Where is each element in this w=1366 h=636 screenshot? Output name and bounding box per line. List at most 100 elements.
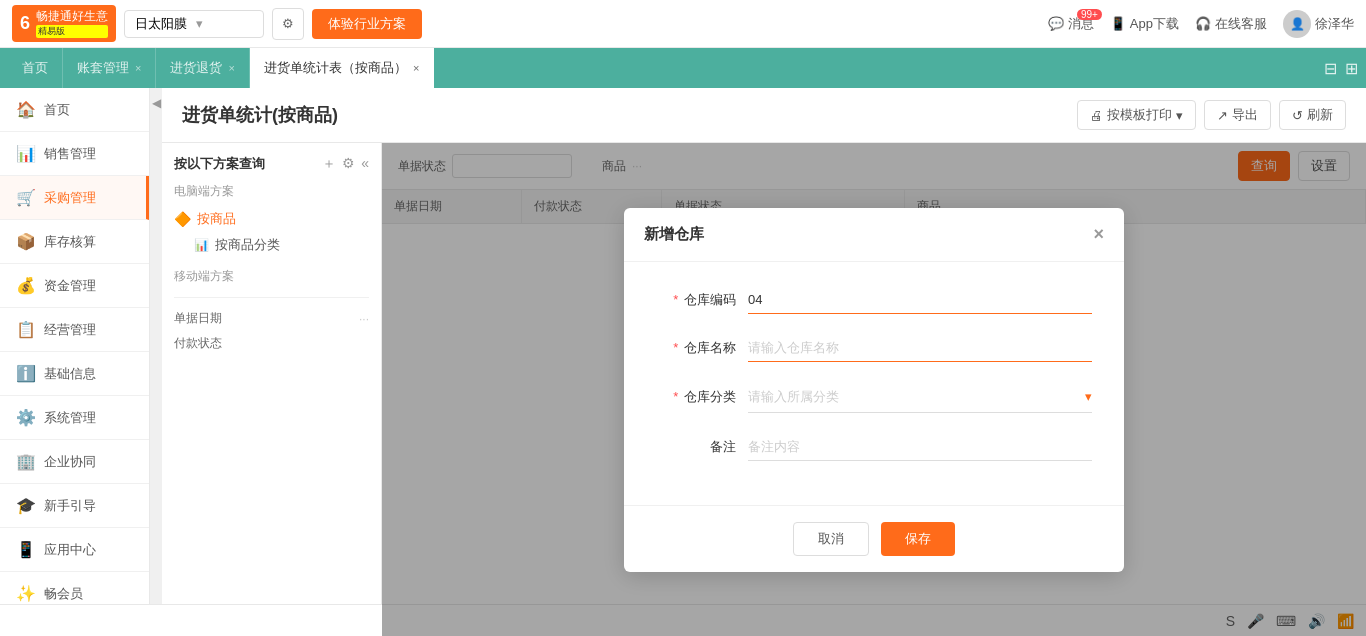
sidebar-app-center-label: 应用中心 <box>44 541 96 559</box>
username: 徐泽华 <box>1315 15 1354 33</box>
sidebar-item-finance[interactable]: 💰 资金管理 <box>0 264 149 308</box>
sidebar-item-sales[interactable]: 📊 销售管理 <box>0 132 149 176</box>
tab-bar: 首页 账套管理 × 进货退货 × 进货单统计表（按商品） × ⊟ ⊞ <box>0 48 1366 88</box>
modal-body: * 仓库编码 * 仓库名称 <box>624 262 1124 505</box>
brand-badge: 精易版 <box>36 25 108 38</box>
scheme-product-label: 按商品 <box>197 210 236 228</box>
category-arrow-icon: ▾ <box>1085 389 1092 404</box>
name-required: * <box>673 340 678 355</box>
sidebar-item-app-center[interactable]: 📱 应用中心 <box>0 528 149 572</box>
avatar: 👤 <box>1283 10 1311 38</box>
pay-row: 付款状态 <box>174 335 369 352</box>
online-service-label: 在线客服 <box>1215 15 1267 33</box>
sidebar-system-label: 系统管理 <box>44 409 96 427</box>
tab-bar-controls: ⊟ ⊞ <box>1324 59 1358 78</box>
refresh-btn[interactable]: ↺ 刷新 <box>1279 100 1346 130</box>
tab-stat-label: 进货单统计表（按商品） <box>264 59 407 77</box>
tab-account-close[interactable]: × <box>135 62 141 74</box>
sidebar-purchase-label: 采购管理 <box>44 189 96 207</box>
store-name: 日太阳膜 <box>135 15 192 33</box>
tab-purchase-return[interactable]: 进货退货 × <box>156 48 249 88</box>
filter-panel: 按以下方案查询 ＋ ⚙ « 电脑端方案 🔶 按商品 📊 按商品分类 <box>162 143 382 636</box>
content-actions: 🖨 按模板打印 ▾ ↗ 导出 ↺ 刷新 <box>1077 100 1346 130</box>
date-value: ··· <box>359 312 369 326</box>
category-select[interactable]: 请输入所属分类 ▾ <box>748 382 1092 413</box>
date-row: 单据日期 ··· <box>174 310 369 327</box>
sidebar-enterprise-label: 企业协同 <box>44 453 96 471</box>
sidebar-item-operations[interactable]: 📋 经营管理 <box>0 308 149 352</box>
home-icon: 🏠 <box>16 100 36 119</box>
sidebar-home-label: 首页 <box>44 101 70 119</box>
tab-purchase-stat[interactable]: 进货单统计表（按商品） × <box>250 48 434 88</box>
online-service-btn[interactable]: 🎧 在线客服 <box>1195 15 1267 33</box>
sidebar-item-home[interactable]: 🏠 首页 <box>0 88 149 132</box>
vip-icon: ✨ <box>16 584 36 603</box>
tab-return-close[interactable]: × <box>228 62 234 74</box>
modal-title: 新增仓库 <box>644 225 704 244</box>
settings-icon-btn[interactable]: ⚙ <box>272 8 304 40</box>
message-btn[interactable]: 💬 消息 99+ <box>1048 15 1094 33</box>
purchase-icon: 🛒 <box>16 188 36 207</box>
form-row-code: * 仓库编码 <box>656 286 1092 314</box>
base-info-icon: ℹ️ <box>16 364 36 383</box>
name-input[interactable] <box>748 334 1092 362</box>
filter-title: 按以下方案查询 <box>174 155 265 173</box>
enterprise-icon: 🏢 <box>16 452 36 471</box>
modal-close-btn[interactable]: × <box>1093 224 1104 245</box>
app-center-icon: 📱 <box>16 540 36 559</box>
sidebar-item-base-info[interactable]: ℹ️ 基础信息 <box>0 352 149 396</box>
pay-label: 付款状态 <box>174 335 222 352</box>
tab-account-management[interactable]: 账套管理 × <box>63 48 156 88</box>
sidebar-collapse-btn[interactable]: ◀ <box>150 88 162 636</box>
sidebar-base-info-label: 基础信息 <box>44 365 96 383</box>
tab-home[interactable]: 首页 <box>8 48 63 88</box>
tab-stat-close[interactable]: × <box>413 62 419 74</box>
sidebar-vip-label: 畅会员 <box>44 585 83 603</box>
scheme-category-item[interactable]: 📊 按商品分类 <box>194 232 369 258</box>
logo-area[interactable]: 6 畅捷通好生意 精易版 <box>12 5 116 42</box>
page-title: 进货单统计(按商品) <box>182 103 338 127</box>
store-selector[interactable]: 日太阳膜 ▾ <box>124 10 264 38</box>
guide-icon: 🎓 <box>16 496 36 515</box>
scheme-by-product[interactable]: 🔶 按商品 <box>174 206 369 232</box>
sidebar-item-inventory[interactable]: 📦 库存核算 <box>0 220 149 264</box>
user-menu[interactable]: 👤 徐泽华 <box>1283 10 1354 38</box>
tab-maximize-btn[interactable]: ⊞ <box>1345 59 1358 78</box>
trial-button[interactable]: 体验行业方案 <box>312 9 422 39</box>
finance-icon: 💰 <box>16 276 36 295</box>
filter-conditions: 单据日期 ··· 付款状态 <box>174 297 369 352</box>
sidebar: 🏠 首页 📊 销售管理 🛒 采购管理 📦 库存核算 💰 资金管理 📋 经营管理 … <box>0 88 150 636</box>
export-btn[interactable]: ↗ 导出 <box>1204 100 1271 130</box>
sidebar-item-guide[interactable]: 🎓 新手引导 <box>0 484 149 528</box>
collapse-filter-btn[interactable]: « <box>361 155 369 173</box>
inventory-icon: 📦 <box>16 232 36 251</box>
message-icon: 💬 <box>1048 16 1064 31</box>
header-right: 💬 消息 99+ 📱 App下载 🎧 在线客服 👤 徐泽华 <box>1048 10 1354 38</box>
system-icon: ⚙️ <box>16 408 36 427</box>
tab-account-label: 账套管理 <box>77 59 129 77</box>
code-required: * <box>673 292 678 307</box>
cancel-button[interactable]: 取消 <box>793 522 869 556</box>
note-input[interactable] <box>748 433 1092 461</box>
mobile-icon: 📱 <box>1110 16 1126 31</box>
filter-table-area: 按以下方案查询 ＋ ⚙ « 电脑端方案 🔶 按商品 📊 按商品分类 <box>162 143 1366 636</box>
headset-icon: 🎧 <box>1195 16 1211 31</box>
save-button[interactable]: 保存 <box>881 522 955 556</box>
sidebar-inventory-label: 库存核算 <box>44 233 96 251</box>
filter-header: 按以下方案查询 ＋ ⚙ « <box>174 155 369 173</box>
main-layout: 🏠 首页 📊 销售管理 🛒 采购管理 📦 库存核算 💰 资金管理 📋 经营管理 … <box>0 88 1366 636</box>
filter-btns: ＋ ⚙ « <box>322 155 369 173</box>
modal-new-warehouse: 新增仓库 × * 仓库编码 <box>624 208 1124 572</box>
edit-scheme-btn[interactable]: ⚙ <box>342 155 355 173</box>
store-dropdown-arrow: ▾ <box>196 16 253 31</box>
tab-minimize-btn[interactable]: ⊟ <box>1324 59 1337 78</box>
sales-icon: 📊 <box>16 144 36 163</box>
add-scheme-btn[interactable]: ＋ <box>322 155 336 173</box>
sidebar-item-enterprise[interactable]: 🏢 企业协同 <box>0 440 149 484</box>
sidebar-item-purchase[interactable]: 🛒 采购管理 <box>0 176 149 220</box>
brand-name: 畅捷通好生意 <box>36 9 108 25</box>
sidebar-item-system[interactable]: ⚙️ 系统管理 <box>0 396 149 440</box>
code-input[interactable] <box>748 286 1092 314</box>
app-download-btn[interactable]: 📱 App下载 <box>1110 15 1179 33</box>
print-btn[interactable]: 🖨 按模板打印 ▾ <box>1077 100 1196 130</box>
